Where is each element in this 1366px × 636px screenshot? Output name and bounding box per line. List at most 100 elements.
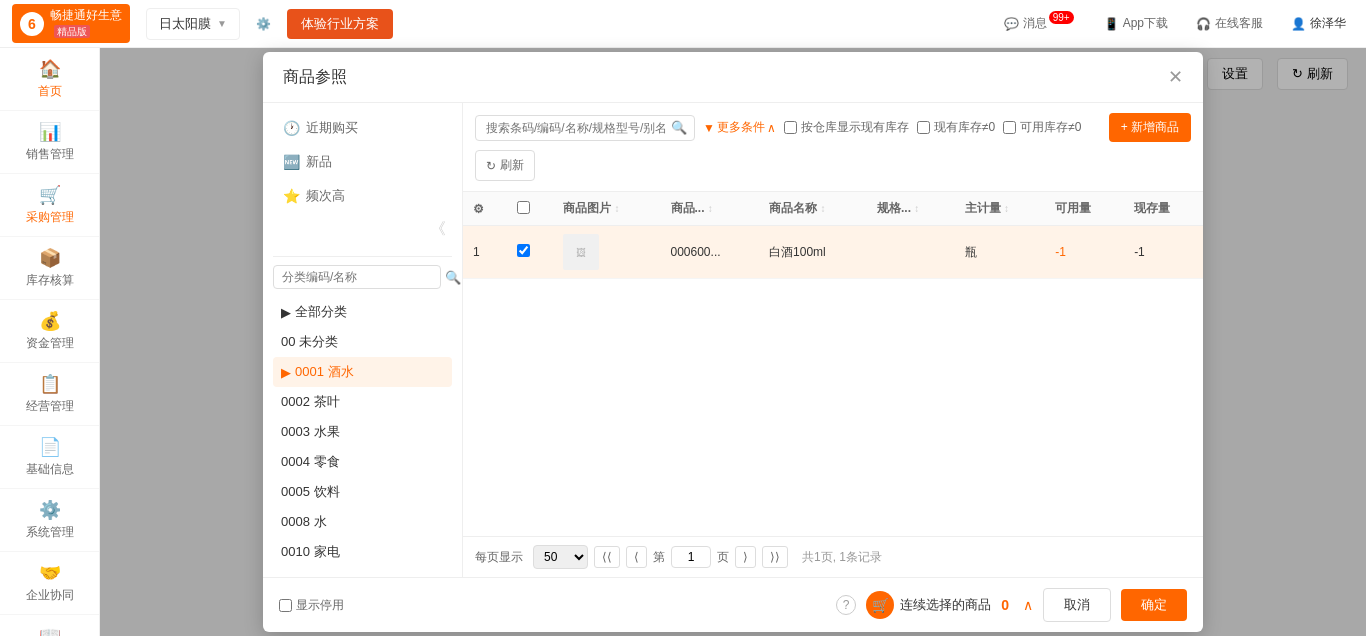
- next-page-btn[interactable]: ⟩: [735, 546, 756, 568]
- select-all-checkbox[interactable]: [517, 201, 530, 214]
- sidebar-item-purchase[interactable]: 🛒 采购管理: [0, 174, 99, 237]
- tab-frequent[interactable]: ⭐ 频次高: [273, 181, 452, 211]
- checkbox-stock-ne0-input[interactable]: [917, 121, 930, 134]
- row-checkbox[interactable]: [507, 226, 553, 279]
- tab-recent-label: 近期购买: [306, 119, 358, 137]
- cat-all[interactable]: ▶ 全部分类: [273, 297, 452, 327]
- refresh-table-btn[interactable]: ↻ 刷新: [475, 150, 535, 181]
- cat-water[interactable]: 0008 水: [273, 507, 452, 537]
- divider: [273, 256, 452, 257]
- sidebar-item-enterprise-label: 企业协同: [26, 587, 74, 604]
- operations-icon: 📋: [39, 373, 61, 395]
- try-btn[interactable]: 体验行业方案: [287, 9, 393, 39]
- checkbox-stock-ne0[interactable]: 现有库存≠0: [917, 119, 995, 136]
- sidebar-item-system[interactable]: ⚙️ 系统管理: [0, 489, 99, 552]
- col-stock[interactable]: 现存量: [1124, 192, 1203, 226]
- messages-btn[interactable]: 💬消息99+: [996, 11, 1084, 36]
- tab-recent-purchase[interactable]: 🕐 近期购买: [273, 113, 452, 143]
- add-product-btn[interactable]: + 新增商品: [1109, 113, 1191, 142]
- cart-icon: 🛒: [866, 591, 894, 619]
- row-available: -1: [1045, 226, 1124, 279]
- show-disabled-label[interactable]: 显示停用: [279, 597, 344, 614]
- row-num: 1: [463, 226, 507, 279]
- sidebar-item-enterprise[interactable]: 🤝 企业协同: [0, 552, 99, 615]
- sidebar-item-sales[interactable]: 📊 销售管理: [0, 111, 99, 174]
- collapse-footer-icon[interactable]: ∧: [1023, 597, 1033, 613]
- filter-btn[interactable]: ▼ 更多条件 ∧: [703, 119, 776, 136]
- col-spec[interactable]: 规格... ↕: [867, 192, 955, 226]
- modal-footer: 显示停用 ? 🛒 连续选择的商品 0 ∧ 取消 确定: [263, 577, 1203, 632]
- table-row[interactable]: 1 🖼 000600... 白酒100ml 瓶: [463, 226, 1203, 279]
- page-word2: 页: [717, 549, 729, 566]
- show-disabled-checkbox[interactable]: [279, 599, 292, 612]
- logo: 6 畅捷通好生意 精品版: [12, 4, 130, 43]
- sidebar-item-operations[interactable]: 📋 经营管理: [0, 363, 99, 426]
- cart-count: 0: [1001, 597, 1009, 613]
- sidebar-item-basic-info[interactable]: 📄 基础信息: [0, 426, 99, 489]
- collapse-panel-btn[interactable]: 《: [422, 215, 454, 244]
- cat-appliances[interactable]: 0010 家电: [273, 537, 452, 567]
- product-search-input[interactable]: [475, 115, 695, 141]
- confirm-btn[interactable]: 确定: [1121, 589, 1187, 621]
- category-search-icon[interactable]: 🔍: [445, 270, 461, 285]
- purchase-icon: 🛒: [39, 184, 61, 206]
- settings-btn[interactable]: ⚙️: [248, 13, 279, 35]
- checkbox-available-ne0-input[interactable]: [1003, 121, 1016, 134]
- filter-icon: ▼: [703, 121, 715, 135]
- inventory-icon: 📦: [39, 247, 61, 269]
- sidebar-item-home-label: 首页: [38, 83, 62, 100]
- page-word: 第: [653, 549, 665, 566]
- sidebar-item-guide[interactable]: 📖 新手引导: [0, 615, 99, 636]
- checkbox-show-stock[interactable]: 按仓库显示现有库存: [784, 119, 909, 136]
- col-unit[interactable]: 主计量 ↕: [955, 192, 1046, 226]
- cat-snacks[interactable]: 0004 零食: [273, 447, 452, 477]
- sidebar-item-inventory[interactable]: 📦 库存核算: [0, 237, 99, 300]
- cat-alcohol-label: 0001 酒水: [295, 363, 354, 381]
- online-service-btn[interactable]: 🎧 在线客服: [1188, 11, 1271, 36]
- product-search-icon[interactable]: 🔍: [671, 120, 687, 135]
- topbar: 6 畅捷通好生意 精品版 日太阳膜 ▼ ⚙️ 体验行业方案 💬消息99+ 📱 A…: [0, 0, 1366, 48]
- sidebar-item-inventory-label: 库存核算: [26, 272, 74, 289]
- row-select-checkbox[interactable]: [517, 244, 530, 257]
- first-page-btn[interactable]: ⟨⟨: [594, 546, 620, 568]
- col-name[interactable]: 商品名称 ↕: [759, 192, 867, 226]
- sidebar-item-finance[interactable]: 💰 资金管理: [0, 300, 99, 363]
- col-available[interactable]: 可用量: [1045, 192, 1124, 226]
- modal-title: 商品参照: [283, 67, 347, 88]
- cat-all-arrow: ▶: [281, 305, 291, 320]
- cat-uncategorized[interactable]: 00 未分类: [273, 327, 452, 357]
- prev-page-btn[interactable]: ⟨: [626, 546, 647, 568]
- cat-fruit[interactable]: 0003 水果: [273, 417, 452, 447]
- enterprise-icon: 🤝: [39, 562, 61, 584]
- cat-water-label: 0008 水: [281, 513, 327, 531]
- modal-body: 🕐 近期购买 🆕 新品 ⭐ 频次高: [263, 103, 1203, 577]
- checkbox-show-stock-input[interactable]: [784, 121, 797, 134]
- tab-new-products[interactable]: 🆕 新品: [273, 147, 452, 177]
- category-list: ▶ 全部分类 00 未分类 ▶ 0001 酒水 0002 茶: [263, 297, 462, 567]
- chevron-down-icon: ▼: [217, 18, 227, 29]
- cat-tea[interactable]: 0002 茶叶: [273, 387, 452, 417]
- modal-close-btn[interactable]: ✕: [1168, 66, 1183, 88]
- help-icon[interactable]: ?: [836, 595, 856, 615]
- checkbox-available-ne0[interactable]: 可用库存≠0: [1003, 119, 1081, 136]
- page-size-select[interactable]: 50 20 100: [533, 545, 588, 569]
- user-avatar[interactable]: 👤 徐泽华: [1283, 11, 1354, 36]
- cat-alcohol[interactable]: ▶ 0001 酒水: [273, 357, 452, 387]
- app-download-btn[interactable]: 📱 App下载: [1096, 11, 1176, 36]
- last-page-btn[interactable]: ⟩⟩: [762, 546, 788, 568]
- category-search-input[interactable]: [273, 265, 441, 289]
- cat-tea-label: 0002 茶叶: [281, 393, 340, 411]
- product-table: ⚙ 商品图片 ↕ 商品... ↕ 商品名称 ↕ 规格... ↕ 主计量 ↕ 可用…: [463, 192, 1203, 279]
- store-selector[interactable]: 日太阳膜 ▼: [146, 8, 240, 40]
- sidebar-item-home[interactable]: 🏠 首页: [0, 48, 99, 111]
- store-name: 日太阳膜: [159, 15, 211, 33]
- row-name: 白酒100ml: [759, 226, 867, 279]
- cat-appliances-label: 0010 家电: [281, 543, 340, 561]
- cat-drinks[interactable]: 0005 饮料: [273, 477, 452, 507]
- col-code[interactable]: 商品... ↕: [661, 192, 760, 226]
- cancel-btn[interactable]: 取消: [1043, 588, 1111, 622]
- tab-new-label: 新品: [306, 153, 332, 171]
- cat-fruit-label: 0003 水果: [281, 423, 340, 441]
- col-settings[interactable]: ⚙: [463, 192, 507, 226]
- page-number-input[interactable]: [671, 546, 711, 568]
